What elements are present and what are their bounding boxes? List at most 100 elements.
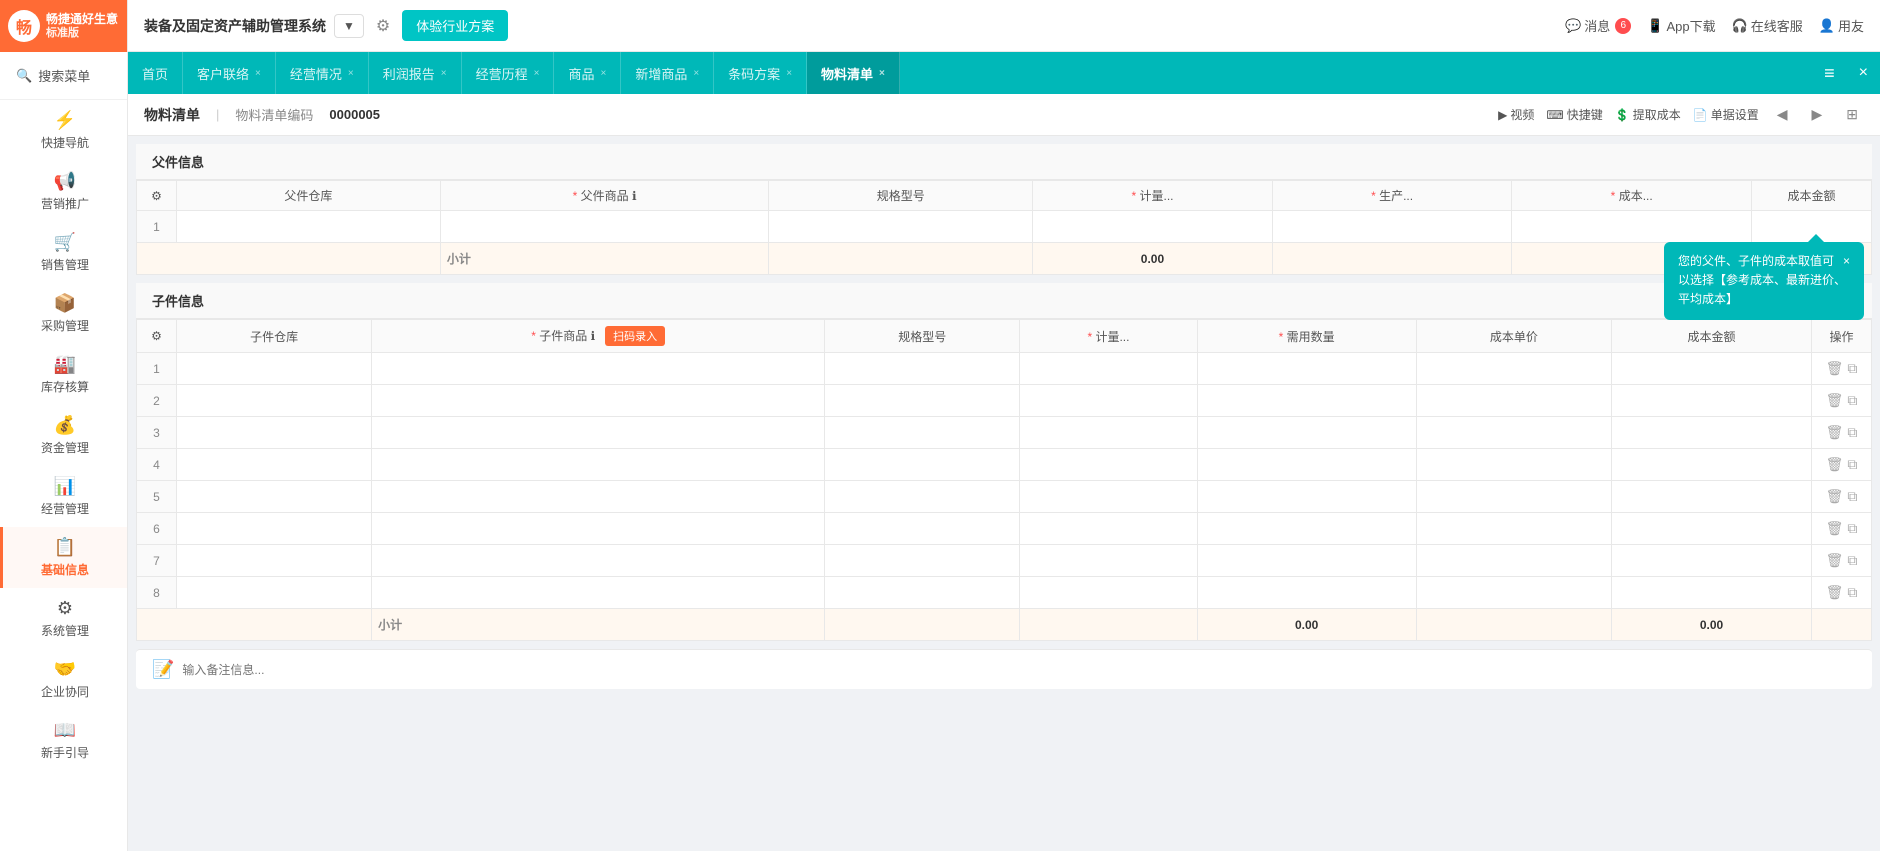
sidebar-item-marketing[interactable]: 📢 营销推广 — [0, 161, 127, 222]
sidebar-item-enterprise[interactable]: 🤝 企业协同 — [0, 649, 127, 710]
child-product-1[interactable] — [372, 353, 825, 385]
sidebar-item-quick-nav[interactable]: ⚡ 快捷导航 — [0, 100, 127, 161]
child-spec-4[interactable] — [825, 449, 1020, 481]
parent-warehouse-1[interactable] — [177, 211, 441, 243]
parent-unit-1[interactable] — [1033, 211, 1273, 243]
tab-bom[interactable]: 物料清单 × — [807, 52, 900, 94]
sidebar-item-operations[interactable]: 📊 经营管理 — [0, 466, 127, 527]
delete-icon-3[interactable]: 🗑 — [1826, 424, 1844, 440]
nav-next-button[interactable]: ▶ — [1805, 104, 1828, 125]
copy-icon-8[interactable]: ⧉ — [1847, 584, 1857, 600]
parent-spec-1[interactable] — [769, 211, 1033, 243]
child-unit-3[interactable] — [1020, 417, 1197, 449]
nav-prev-button[interactable]: ◀ — [1771, 104, 1794, 125]
child-unit-price-3[interactable] — [1416, 417, 1611, 449]
tab-new-product[interactable]: 新增商品 × — [621, 52, 714, 94]
child-product-6[interactable] — [372, 513, 825, 545]
tab-operations-status[interactable]: 经营情况 × — [276, 52, 369, 94]
copy-icon-1[interactable]: ⧉ — [1847, 360, 1857, 376]
child-qty-3[interactable] — [1197, 417, 1416, 449]
get-cost-button[interactable]: 💲 提取成本 — [1615, 106, 1681, 123]
online-support-button[interactable]: 🎧 在线客服 — [1732, 16, 1803, 35]
child-warehouse-3[interactable] — [177, 417, 372, 449]
child-spec-2[interactable] — [825, 385, 1020, 417]
child-qty-4[interactable] — [1197, 449, 1416, 481]
delete-icon-6[interactable]: 🗑 — [1826, 520, 1844, 536]
child-spec-8[interactable] — [825, 577, 1020, 609]
child-qty-8[interactable] — [1197, 577, 1416, 609]
child-unit-price-4[interactable] — [1416, 449, 1611, 481]
child-warehouse-2[interactable] — [177, 385, 372, 417]
child-col-settings[interactable]: ⚙ — [137, 320, 177, 353]
tab-barcode-close[interactable]: × — [786, 68, 792, 79]
delete-icon-4[interactable]: 🗑 — [1826, 456, 1844, 472]
child-unit-price-8[interactable] — [1416, 577, 1611, 609]
tab-home[interactable]: 首页 — [128, 52, 183, 94]
sidebar-item-inventory[interactable]: 🏭 库存核算 — [0, 344, 127, 405]
sidebar-item-sales[interactable]: 🛒 销售管理 — [0, 222, 127, 283]
parent-production-1[interactable] — [1272, 211, 1512, 243]
child-qty-1[interactable] — [1197, 353, 1416, 385]
delete-icon-8[interactable]: 🗑 — [1826, 584, 1844, 600]
child-product-2[interactable] — [372, 385, 825, 417]
child-unit-price-7[interactable] — [1416, 545, 1611, 577]
child-unit-price-1[interactable] — [1416, 353, 1611, 385]
tab-bom-close[interactable]: × — [879, 68, 885, 79]
child-unit-price-5[interactable] — [1416, 481, 1611, 513]
child-unit-8[interactable] — [1020, 577, 1197, 609]
tab-operations-close[interactable]: × — [348, 68, 354, 79]
tab-customers-close[interactable]: × — [255, 68, 261, 79]
child-spec-1[interactable] — [825, 353, 1020, 385]
child-product-8[interactable] — [372, 577, 825, 609]
copy-icon-4[interactable]: ⧉ — [1847, 456, 1857, 472]
message-button[interactable]: 💬 消息 6 — [1565, 16, 1631, 35]
parent-col-settings[interactable]: ⚙ — [137, 181, 177, 211]
copy-icon-7[interactable]: ⧉ — [1847, 552, 1857, 568]
copy-icon-5[interactable]: ⧉ — [1847, 488, 1857, 504]
child-product-5[interactable] — [372, 481, 825, 513]
copy-icon-3[interactable]: ⧉ — [1847, 424, 1857, 440]
trial-button[interactable]: 体验行业方案 — [402, 10, 508, 41]
child-unit-4[interactable] — [1020, 449, 1197, 481]
sidebar-item-purchase[interactable]: 📦 采购管理 — [0, 283, 127, 344]
child-qty-5[interactable] — [1197, 481, 1416, 513]
delete-icon-7[interactable]: 🗑 — [1826, 552, 1844, 568]
child-warehouse-1[interactable] — [177, 353, 372, 385]
child-warehouse-6[interactable] — [177, 513, 372, 545]
child-product-7[interactable] — [372, 545, 825, 577]
single-settings-button[interactable]: 📄 单据设置 — [1693, 106, 1759, 123]
tab-history[interactable]: 经营历程 × — [462, 52, 555, 94]
shortcut-button[interactable]: ⌨ 快捷键 — [1546, 106, 1602, 123]
tab-barcode[interactable]: 条码方案 × — [714, 52, 807, 94]
child-spec-5[interactable] — [825, 481, 1020, 513]
tab-customers[interactable]: 客户联络 × — [183, 52, 276, 94]
user-button[interactable]: 👤 用友 — [1819, 16, 1864, 35]
parent-cost-1[interactable] — [1512, 211, 1752, 243]
system-dropdown-button[interactable]: ▼ — [334, 14, 364, 38]
sidebar-item-finance[interactable]: 💰 资金管理 — [0, 405, 127, 466]
tab-products-close[interactable]: × — [600, 68, 606, 79]
parent-product-1[interactable] — [440, 211, 768, 243]
tab-new-product-close[interactable]: × — [693, 68, 699, 79]
tab-products[interactable]: 商品 × — [554, 52, 621, 94]
view-button[interactable]: ▶ 视频 — [1498, 106, 1534, 123]
tab-profit-close[interactable]: × — [441, 68, 447, 79]
child-product-3[interactable] — [372, 417, 825, 449]
nav-tabs-more[interactable]: ≡ — [1812, 63, 1847, 84]
scan-input-button[interactable]: 扫码录入 — [605, 326, 665, 346]
child-qty-2[interactable] — [1197, 385, 1416, 417]
child-unit-price-2[interactable] — [1416, 385, 1611, 417]
child-spec-7[interactable] — [825, 545, 1020, 577]
search-menu-button[interactable]: 🔍 搜索菜单 — [8, 60, 119, 91]
child-unit-2[interactable] — [1020, 385, 1197, 417]
child-warehouse-4[interactable] — [177, 449, 372, 481]
child-unit-7[interactable] — [1020, 545, 1197, 577]
child-unit-6[interactable] — [1020, 513, 1197, 545]
child-unit-5[interactable] — [1020, 481, 1197, 513]
app-download-button[interactable]: 📱 App下载 — [1647, 16, 1715, 35]
sidebar-item-basic-info[interactable]: 📋 基础信息 — [0, 527, 127, 588]
delete-icon-2[interactable]: 🗑 — [1826, 392, 1844, 408]
tab-history-close[interactable]: × — [534, 68, 540, 79]
child-qty-6[interactable] — [1197, 513, 1416, 545]
tab-profit[interactable]: 利润报告 × — [369, 52, 462, 94]
